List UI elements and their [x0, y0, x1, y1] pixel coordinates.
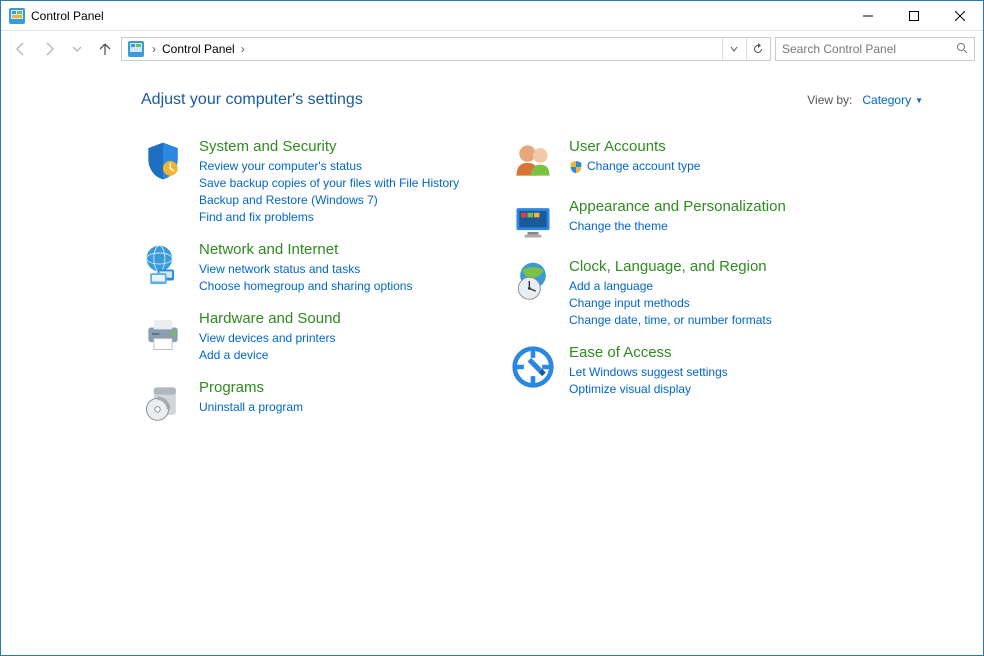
- category-title[interactable]: Network and Internet: [199, 240, 412, 260]
- window-controls: [845, 1, 983, 30]
- category-title[interactable]: Clock, Language, and Region: [569, 257, 772, 277]
- category-link[interactable]: Change input methods: [569, 295, 772, 312]
- category-hardware-sound: Hardware and Sound View devices and prin…: [141, 309, 491, 364]
- category-user-accounts: User Accounts Change account type: [511, 137, 861, 183]
- category-title[interactable]: Hardware and Sound: [199, 309, 341, 329]
- address-dropdown-button[interactable]: [722, 38, 744, 60]
- category-clock-language-region: Clock, Language, and Region Add a langua…: [511, 257, 861, 329]
- category-link[interactable]: Add a language: [569, 278, 772, 295]
- clock-globe-icon: [511, 259, 555, 303]
- category-title[interactable]: User Accounts: [569, 137, 700, 157]
- category-columns: System and Security Review your computer…: [141, 137, 943, 424]
- control-panel-icon: [9, 8, 25, 24]
- category-link[interactable]: Review your computer's status: [199, 158, 459, 175]
- category-appearance: Appearance and Personalization Change th…: [511, 197, 861, 243]
- category-link[interactable]: Find and fix problems: [199, 209, 459, 226]
- navigation-bar: › Control Panel ›: [1, 31, 983, 67]
- category-link[interactable]: Uninstall a program: [199, 399, 303, 416]
- shield-icon: [141, 139, 185, 183]
- content-area: Adjust your computer's settings View by:…: [1, 67, 983, 444]
- category-link[interactable]: Backup and Restore (Windows 7): [199, 192, 459, 209]
- ease-of-access-icon: [511, 345, 555, 389]
- disc-box-icon: [141, 380, 185, 424]
- left-column: System and Security Review your computer…: [141, 137, 491, 424]
- category-title[interactable]: Appearance and Personalization: [569, 197, 786, 217]
- view-by-label: View by:: [807, 93, 852, 107]
- refresh-button[interactable]: [746, 38, 768, 60]
- up-button[interactable]: [93, 37, 117, 61]
- right-column: User Accounts Change account type Appear…: [511, 137, 861, 424]
- breadcrumb-chevron-icon[interactable]: ›: [237, 42, 249, 56]
- category-title[interactable]: Ease of Access: [569, 343, 728, 363]
- category-network-internet: Network and Internet View network status…: [141, 240, 491, 295]
- category-link[interactable]: Choose homegroup and sharing options: [199, 278, 412, 295]
- view-by-control: View by: Category ▼: [807, 93, 923, 107]
- category-system-security: System and Security Review your computer…: [141, 137, 491, 226]
- control-panel-small-icon: [128, 41, 144, 57]
- category-link[interactable]: View network status and tasks: [199, 261, 412, 278]
- chevron-down-icon: ▼: [915, 96, 923, 105]
- uac-shield-icon: [569, 160, 583, 174]
- search-box[interactable]: [775, 37, 975, 61]
- printer-icon: [141, 311, 185, 355]
- globe-network-icon: [141, 242, 185, 286]
- close-button[interactable]: [937, 1, 983, 30]
- category-title[interactable]: Programs: [199, 378, 303, 398]
- category-link[interactable]: Change date, time, or number formats: [569, 312, 772, 329]
- minimize-button[interactable]: [845, 1, 891, 30]
- window-title: Control Panel: [31, 9, 104, 23]
- breadcrumb-root[interactable]: Control Panel: [160, 42, 237, 56]
- monitor-appearance-icon: [511, 199, 555, 243]
- category-link[interactable]: Optimize visual display: [569, 381, 728, 398]
- category-link[interactable]: Save backup copies of your files with Fi…: [199, 175, 459, 192]
- category-link-text: Change account type: [587, 158, 700, 175]
- back-button[interactable]: [9, 37, 33, 61]
- maximize-button[interactable]: [891, 1, 937, 30]
- search-input[interactable]: [782, 42, 956, 56]
- category-title[interactable]: System and Security: [199, 137, 459, 157]
- view-by-dropdown[interactable]: Category ▼: [862, 93, 923, 107]
- category-link[interactable]: View devices and printers: [199, 330, 341, 347]
- address-bar[interactable]: › Control Panel ›: [121, 37, 771, 61]
- page-heading: Adjust your computer's settings: [141, 91, 363, 109]
- category-link[interactable]: Change the theme: [569, 218, 786, 235]
- breadcrumb-chevron-icon[interactable]: ›: [148, 42, 160, 56]
- search-icon: [956, 42, 968, 57]
- title-bar: Control Panel: [1, 1, 983, 31]
- category-link[interactable]: Change account type: [569, 158, 700, 175]
- forward-button[interactable]: [37, 37, 61, 61]
- content-header: Adjust your computer's settings View by:…: [141, 91, 943, 109]
- category-programs: Programs Uninstall a program: [141, 378, 491, 424]
- recent-dropdown-button[interactable]: [65, 37, 89, 61]
- view-by-value: Category: [862, 93, 911, 107]
- category-ease-of-access: Ease of Access Let Windows suggest setti…: [511, 343, 861, 398]
- category-link[interactable]: Let Windows suggest settings: [569, 364, 728, 381]
- users-icon: [511, 139, 555, 183]
- category-link[interactable]: Add a device: [199, 347, 341, 364]
- address-tail: [722, 38, 768, 60]
